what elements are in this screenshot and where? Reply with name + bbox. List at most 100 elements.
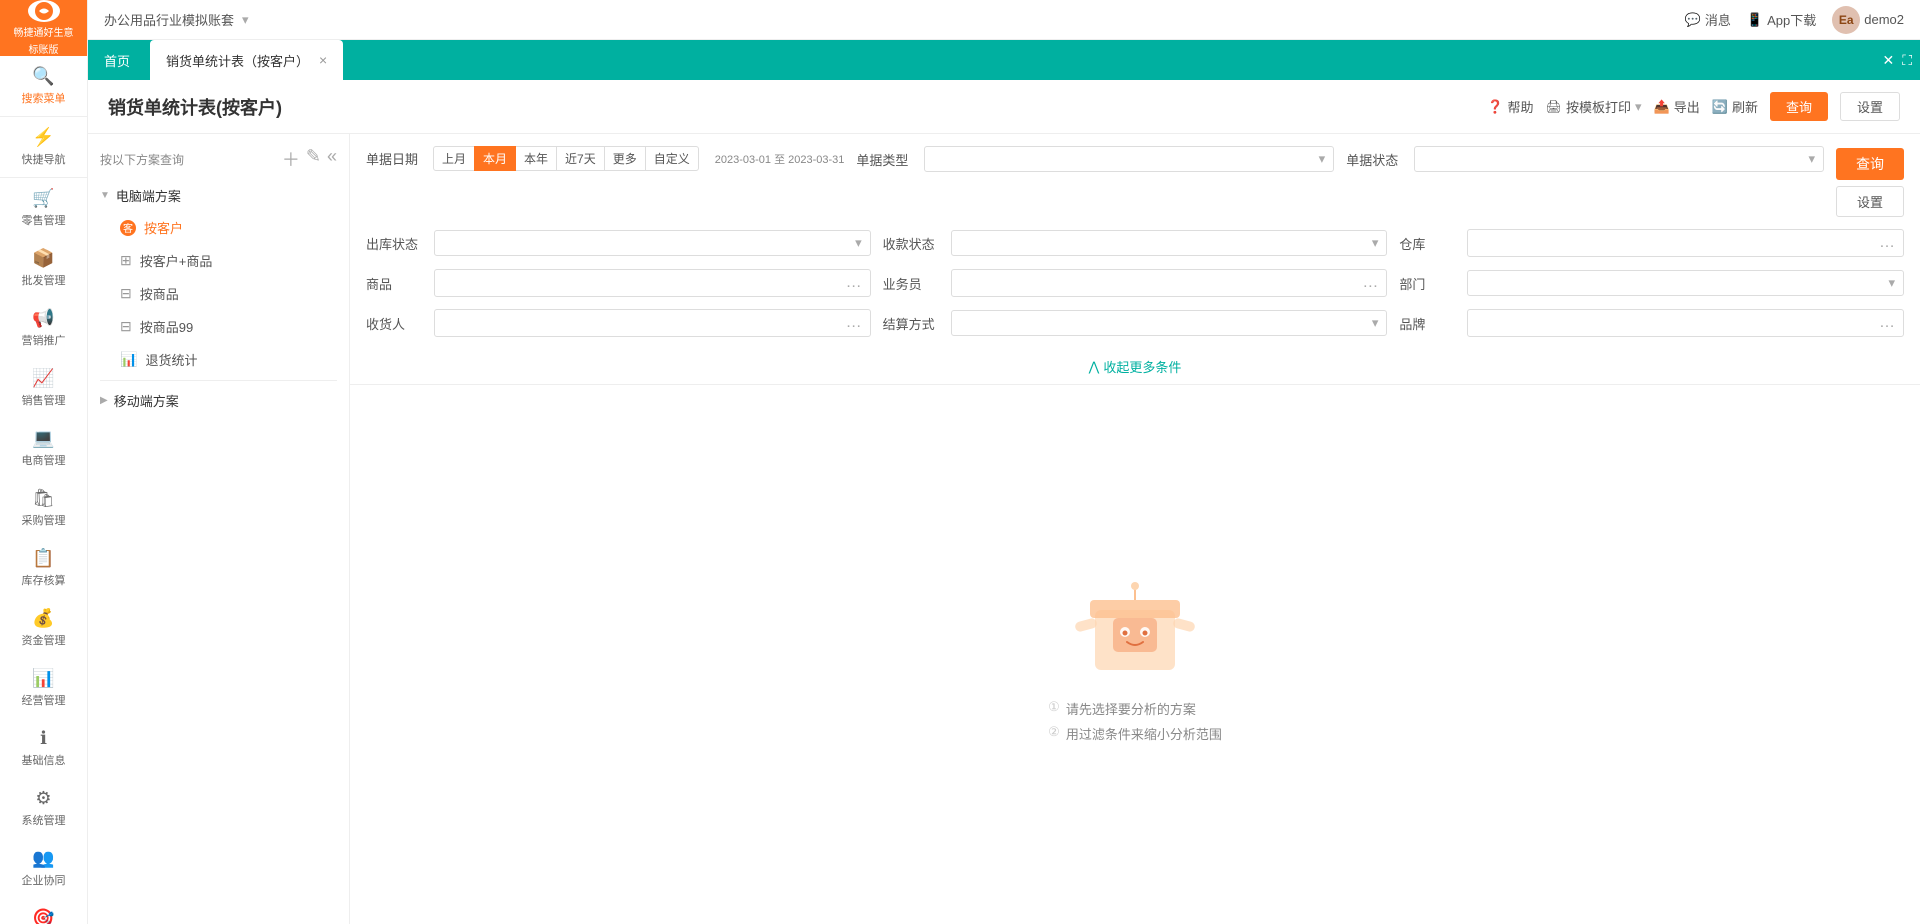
date-range-display: 2023-03-01 至 2023-03-31 xyxy=(715,151,845,167)
user-profile[interactable]: Ea demo2 xyxy=(1832,6,1904,34)
sidebar-item-retail[interactable]: 🛒 零售管理 xyxy=(0,178,87,238)
brand-select[interactable]: … xyxy=(1467,309,1904,337)
scheme-item-by-customer-product-label: 按客户+商品 xyxy=(140,251,213,270)
app-download-label: App下载 xyxy=(1767,10,1816,29)
template-print-btn[interactable]: 🖨 按模板打印 ▾ xyxy=(1546,97,1642,116)
sidebar-item-inventory[interactable]: 📋 库存核算 xyxy=(0,538,87,598)
date-btn-more[interactable]: 更多 xyxy=(604,146,646,171)
sidebar-item-search[interactable]: 🔍 搜索菜单 xyxy=(0,56,87,117)
product-label: 商品 xyxy=(366,274,426,293)
dept-select[interactable]: ▾ xyxy=(1467,270,1904,296)
system-icon: ⚙ xyxy=(35,788,51,809)
refresh-label: 刷新 xyxy=(1732,97,1758,116)
type-select[interactable]: ▾ xyxy=(924,146,1334,172)
sidebar-item-finance[interactable]: 💰 资金管理 xyxy=(0,598,87,658)
marketing-icon: 📢 xyxy=(32,308,54,329)
receiver-select[interactable]: … xyxy=(434,309,871,337)
edit-scheme-icon[interactable]: ✎ xyxy=(306,146,321,172)
warehouse-dots[interactable]: … xyxy=(1879,234,1895,252)
tab-sales-stat-label: 销货单统计表（按客户） xyxy=(166,51,309,70)
hint-num-2: ② xyxy=(1048,724,1060,740)
date-btn-this-month[interactable]: 本月 xyxy=(474,146,516,171)
message-icon: 💬 xyxy=(1685,12,1701,28)
type-chevron: ▾ xyxy=(1319,151,1326,167)
sidebar-item-collab[interactable]: 👥 企业协同 xyxy=(0,838,87,898)
tab-maximize-icon[interactable]: ⛶ xyxy=(1902,52,1912,69)
sidebar-item-purchase[interactable]: 🛍 采购管理 xyxy=(0,478,87,538)
refresh-btn[interactable]: 🔄 刷新 xyxy=(1712,97,1758,116)
collapse-label: 收起更多条件 xyxy=(1103,357,1181,376)
hint-num-1: ① xyxy=(1048,699,1060,715)
left-panel-title: 按以下方案查询 xyxy=(100,151,184,168)
query-button[interactable]: 查询 xyxy=(1770,92,1828,121)
sidebar-item-wholesale[interactable]: 📦 批发管理 xyxy=(0,238,87,298)
tab-sales-stat[interactable]: 销货单统计表（按客户） × xyxy=(150,40,343,80)
sidebar-item-sales[interactable]: 📈 销售管理 xyxy=(0,358,87,418)
payment-select[interactable]: ▾ xyxy=(951,310,1388,336)
status-select[interactable]: ▾ xyxy=(1414,146,1824,172)
page-title: 销货单统计表(按客户) xyxy=(108,94,282,120)
desktop-group-header[interactable]: ▼ 电脑端方案 xyxy=(88,180,349,211)
app-name: 畅捷通好生意 xyxy=(14,24,74,39)
scheme-item-return-stat[interactable]: 📊 退货统计 xyxy=(88,343,349,376)
sidebar-item-quicknav[interactable]: ⚡ 快捷导航 xyxy=(0,117,87,178)
sidebar-item-ecommerce[interactable]: 💻 电商管理 xyxy=(0,418,87,478)
sidebar-item-inventory-label: 库存核算 xyxy=(22,572,66,588)
setting-btn[interactable]: 设置 xyxy=(1836,186,1904,217)
tab-home[interactable]: 首页 xyxy=(88,40,146,80)
retail-icon: 🛒 xyxy=(32,188,54,209)
desktop-group-label: 电脑端方案 xyxy=(116,186,181,205)
scheme-item-by-customer[interactable]: 客 按客户 xyxy=(88,211,349,244)
sidebar-item-system-label: 系统管理 xyxy=(22,812,66,828)
sidebar-item-basic-label: 基础信息 xyxy=(22,752,66,768)
add-scheme-icon[interactable]: ＋ xyxy=(282,146,300,172)
tab-close-window-icon[interactable]: ✕ xyxy=(1882,52,1894,69)
sales-icon: 📈 xyxy=(32,368,54,389)
brand-dots[interactable]: … xyxy=(1879,314,1895,332)
scheme-item-by-customer-product[interactable]: ⊞ 按客户+商品 xyxy=(88,244,349,277)
return-stat-icon: 📊 xyxy=(120,351,137,368)
tab-close-icon[interactable]: × xyxy=(319,52,327,68)
sidebar-item-system[interactable]: ⚙ 系统管理 xyxy=(0,778,87,838)
receipt-status-select[interactable]: ▾ xyxy=(951,230,1388,256)
out-status-select[interactable]: ▾ xyxy=(434,230,871,256)
date-btn-custom[interactable]: 自定义 xyxy=(645,146,699,171)
receiver-dots[interactable]: … xyxy=(846,314,862,332)
staff-label: 业务员 xyxy=(883,274,943,293)
warehouse-label: 仓库 xyxy=(1399,234,1459,253)
scheme-item-by-product[interactable]: ⊟ 按商品 xyxy=(88,277,349,310)
mobile-group-header[interactable]: ▶ 移动端方案 xyxy=(88,385,349,416)
left-panel: 按以下方案查询 ＋ ✎ « ▼ 电脑端方案 客 xyxy=(88,134,350,924)
query-btn[interactable]: 查询 xyxy=(1836,148,1904,180)
sidebar-item-basic[interactable]: ℹ 基础信息 xyxy=(0,718,87,778)
date-btn-this-year[interactable]: 本年 xyxy=(515,146,557,171)
date-btn-last-month[interactable]: 上月 xyxy=(433,146,475,171)
sidebar-item-guide[interactable]: 🎯 新手引导 xyxy=(0,898,87,924)
app-download-icon: 📱 xyxy=(1747,12,1763,28)
staff-dots[interactable]: … xyxy=(1362,274,1378,292)
scheme-item-by-product99[interactable]: ⊟ 按商品99 xyxy=(88,310,349,343)
staff-select[interactable]: … xyxy=(951,269,1388,297)
collapse-panel-icon[interactable]: « xyxy=(327,146,337,172)
refresh-icon: 🔄 xyxy=(1712,99,1728,115)
export-btn[interactable]: 📤 导出 xyxy=(1654,97,1700,116)
warehouse-select[interactable]: … xyxy=(1467,229,1904,257)
product-dots[interactable]: … xyxy=(846,274,862,292)
app-download-btn[interactable]: 📱 App下载 xyxy=(1747,10,1816,29)
scheme-item-return-stat-label: 退货统计 xyxy=(145,350,197,369)
product-select[interactable]: … xyxy=(434,269,871,297)
app-logo[interactable]: 畅捷通好生意 标账版 xyxy=(0,0,88,56)
collapse-btn[interactable]: ⋀ 收起更多条件 xyxy=(366,349,1904,384)
setting-button[interactable]: 设置 xyxy=(1840,92,1900,121)
sidebar-item-management[interactable]: 📊 经营管理 xyxy=(0,658,87,718)
industry-chevron[interactable]: ▾ xyxy=(242,12,249,28)
by-customer-product-icon: ⊞ xyxy=(120,252,132,269)
out-status-chevron: ▾ xyxy=(855,235,862,251)
topbar-left: 办公用品行业模拟账套 ▾ xyxy=(104,10,249,29)
sidebar-item-finance-label: 资金管理 xyxy=(22,632,66,648)
help-btn[interactable]: ❓ 帮助 xyxy=(1487,97,1533,116)
sidebar-item-marketing[interactable]: 📢 营销推广 xyxy=(0,298,87,358)
message-btn[interactable]: 💬 消息 xyxy=(1685,10,1731,29)
date-btn-last7[interactable]: 近7天 xyxy=(556,146,605,171)
sidebar-item-search-label: 搜索菜单 xyxy=(22,90,66,106)
